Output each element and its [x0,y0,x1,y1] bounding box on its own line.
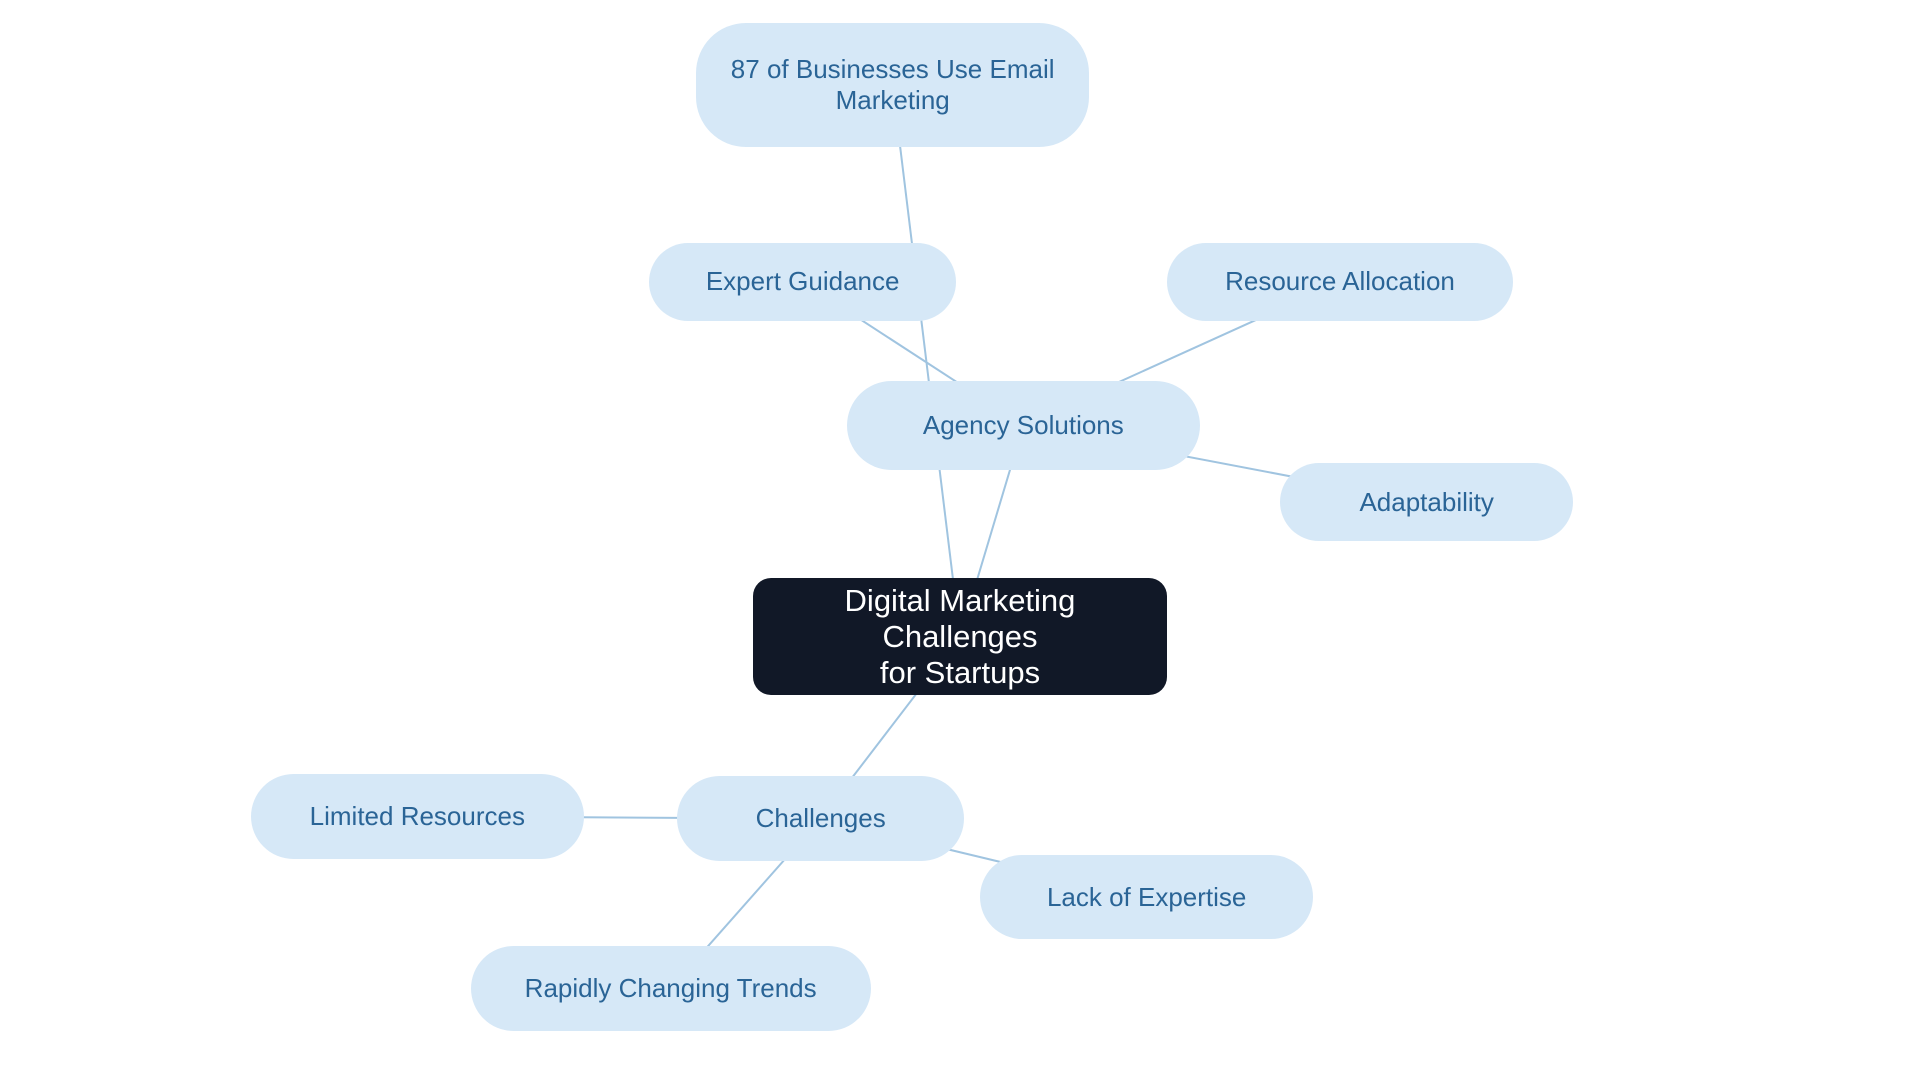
mindmap-canvas: Digital Marketing Challenges for Startup… [0,0,1920,1083]
node-central[interactable]: Digital Marketing Challenges for Startup… [753,578,1166,695]
node-label-challenges: Challenges [756,803,886,834]
node-agency_solutions[interactable]: Agency Solutions [847,381,1200,470]
node-lack_of_expertise[interactable]: Lack of Expertise [980,855,1313,940]
node-label-agency_solutions: Agency Solutions [923,410,1124,441]
node-limited_resources[interactable]: Limited Resources [251,774,584,859]
node-resource_allocation[interactable]: Resource Allocation [1167,243,1514,321]
node-label-lack_of_expertise: Lack of Expertise [1047,882,1246,913]
node-email_marketing[interactable]: 87 of Businesses Use Email Marketing [696,23,1089,147]
node-expert_guidance[interactable]: Expert Guidance [649,243,956,321]
node-adaptability[interactable]: Adaptability [1280,463,1573,541]
node-label-expert_guidance: Expert Guidance [706,266,900,297]
node-label-limited_resources: Limited Resources [310,801,525,832]
node-label-rapidly_changing: Rapidly Changing Trends [525,973,817,1004]
connections-svg [0,0,1920,1083]
node-rapidly_changing[interactable]: Rapidly Changing Trends [471,946,871,1031]
node-label-adaptability: Adaptability [1359,487,1493,518]
node-challenges[interactable]: Challenges [677,776,964,861]
node-label-email_marketing: 87 of Businesses Use Email Marketing [731,54,1055,116]
node-label-resource_allocation: Resource Allocation [1225,266,1455,297]
node-label-central: Digital Marketing Challenges for Startup… [773,583,1146,691]
